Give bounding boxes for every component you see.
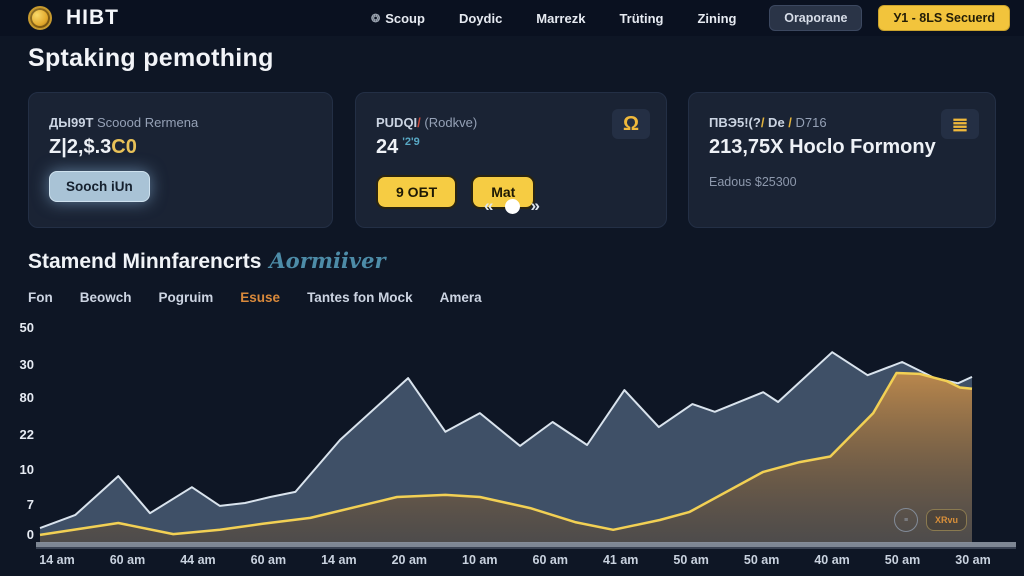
card1-title-rest: Scoood Rermena — [93, 115, 199, 130]
card1-value: Z|2,$.3C0 — [49, 136, 312, 159]
carousel-next-icon[interactable]: » — [531, 196, 540, 216]
nav-item-truting[interactable]: Trüting — [619, 11, 663, 26]
stat-card-1: ДЫ99Т Scoood Rermena Z|2,$.3C0 Sooch iUn — [28, 92, 333, 228]
svg-text:40 am: 40 am — [814, 553, 849, 567]
card1-value-main: Z|2,$.3 — [49, 136, 112, 158]
stacked-lines-icon: ≣ — [941, 109, 979, 139]
card3-value: 213,75X Hoclo Formony — [709, 136, 936, 158]
header-actions: Oraporane У1 - 8LS Secuerd — [769, 5, 1010, 31]
svg-text:22: 22 — [20, 427, 34, 442]
svg-text:41 am: 41 am — [603, 553, 638, 567]
svg-text:60 am: 60 am — [251, 553, 286, 567]
page-title: Sptaking pemothing — [28, 44, 274, 72]
omega-arch-icon: Ω — [612, 109, 650, 139]
brand-title: HIBT — [66, 6, 119, 29]
card2-title-bold: PUDQI — [376, 115, 418, 130]
svg-text:60 am: 60 am — [533, 553, 568, 567]
svg-text:44 am: 44 am — [180, 553, 215, 567]
tab-beowch[interactable]: Beowch — [80, 290, 132, 305]
svg-text:14 am: 14 am — [39, 553, 74, 567]
card3-subtext: Eadous $25300 — [709, 175, 797, 189]
card3-title-c: D716 — [791, 115, 827, 130]
tab-tantes-fon-mock[interactable]: Tantes fon Mock — [307, 290, 413, 305]
card2-title-rest: (Rodkve) — [420, 115, 478, 130]
card3-title-a: ПВЭ5!(? — [709, 115, 761, 130]
svg-text:14 am: 14 am — [321, 553, 356, 567]
svg-text:60 am: 60 am — [110, 553, 145, 567]
section-title-main: Stamend Minnfarencrts — [28, 250, 262, 273]
card3-title: ПВЭ5!(?/ De / D716 — [709, 115, 975, 130]
svg-text:80: 80 — [20, 390, 34, 405]
section-title: Stamend Minnfarencrts Aormiiver — [28, 248, 386, 274]
chart-filter-tabs: Fon Beowch Pogruim Esuse Tantes fon Mock… — [28, 290, 482, 305]
stat-card-3: ≣ ПВЭ5!(?/ De / D716 213,75X Hoclo Formo… — [688, 92, 996, 228]
svg-text:50: 50 — [20, 320, 34, 335]
staking-chart-svg: 50 30 80 22 10 7 0 14 am 60 am 44 am 60 am 14 am 20 … — [20, 320, 1016, 567]
connect-wallet-button[interactable]: У1 - 8LS Secuerd — [878, 5, 1010, 31]
card1-value-accent: C0 — [111, 136, 137, 158]
chart-corner-button[interactable]: XRvu — [926, 509, 968, 531]
svg-text:0: 0 — [27, 527, 34, 542]
cards-carousel-controls: « » — [477, 196, 547, 216]
coin-logo-icon — [28, 6, 52, 30]
main-nav: ❂ Scoup Doydic Marrezk Trüting Zining — [371, 11, 736, 26]
carousel-prev-icon[interactable]: « — [484, 196, 493, 216]
svg-text:7: 7 — [27, 497, 34, 512]
card3-title-b: De — [764, 115, 789, 130]
card1-title: ДЫ99Т Scoood Rermena — [49, 115, 312, 130]
card2-value: 24'2'9 — [376, 136, 646, 159]
nav-item-doydic[interactable]: Doydic — [459, 11, 502, 26]
card1-title-bold: ДЫ99Т — [49, 115, 94, 130]
staking-area-chart: 50 30 80 22 10 7 0 14 am 60 am 44 am 60 am 14 am 20 … — [0, 316, 1024, 576]
card2-value-main: 24 — [376, 136, 399, 158]
svg-text:30: 30 — [20, 357, 34, 372]
svg-text:30 am: 30 am — [955, 553, 990, 567]
chart-circle-badge-icon[interactable]: ≡ — [894, 508, 918, 532]
svg-text:20 am: 20 am — [392, 553, 427, 567]
globe-emblem-icon: ❂ — [371, 12, 381, 25]
nav-item-marrezk[interactable]: Marrezk — [536, 11, 585, 26]
carousel-dot[interactable] — [504, 198, 520, 214]
nav-item-zining[interactable]: Zining — [697, 11, 736, 26]
svg-text:50 am: 50 am — [744, 553, 779, 567]
nav-item-label: Scoup — [385, 10, 425, 26]
tab-fon[interactable]: Fon — [28, 290, 53, 305]
section-title-accent: Aormiiver — [269, 248, 386, 273]
nav-item-scoup[interactable]: ❂ Scoup — [371, 11, 425, 26]
svg-text:50 am: 50 am — [885, 553, 920, 567]
svg-text:10: 10 — [20, 462, 34, 477]
card2-button-obt[interactable]: 9 OБT — [376, 175, 458, 209]
svg-text:10 am: 10 am — [462, 553, 497, 567]
top-navbar: HIBT ❂ Scoup Doydic Marrezk Trüting Zini… — [0, 0, 1024, 36]
card1-action-button[interactable]: Sooch iUn — [49, 171, 150, 202]
svg-text:50 am: 50 am — [673, 553, 708, 567]
tab-esuse-active[interactable]: Esuse — [240, 290, 280, 305]
card2-value-sup: '2'9 — [402, 136, 420, 149]
chart-corner-badges: ≡ XRvu — [894, 508, 968, 532]
secondary-header-button[interactable]: Oraporane — [769, 5, 863, 31]
tab-amera[interactable]: Amera — [440, 290, 482, 305]
card2-title: PUDQI/ (Rodkve) — [376, 115, 646, 130]
tab-pogruim[interactable]: Pogruim — [159, 290, 214, 305]
